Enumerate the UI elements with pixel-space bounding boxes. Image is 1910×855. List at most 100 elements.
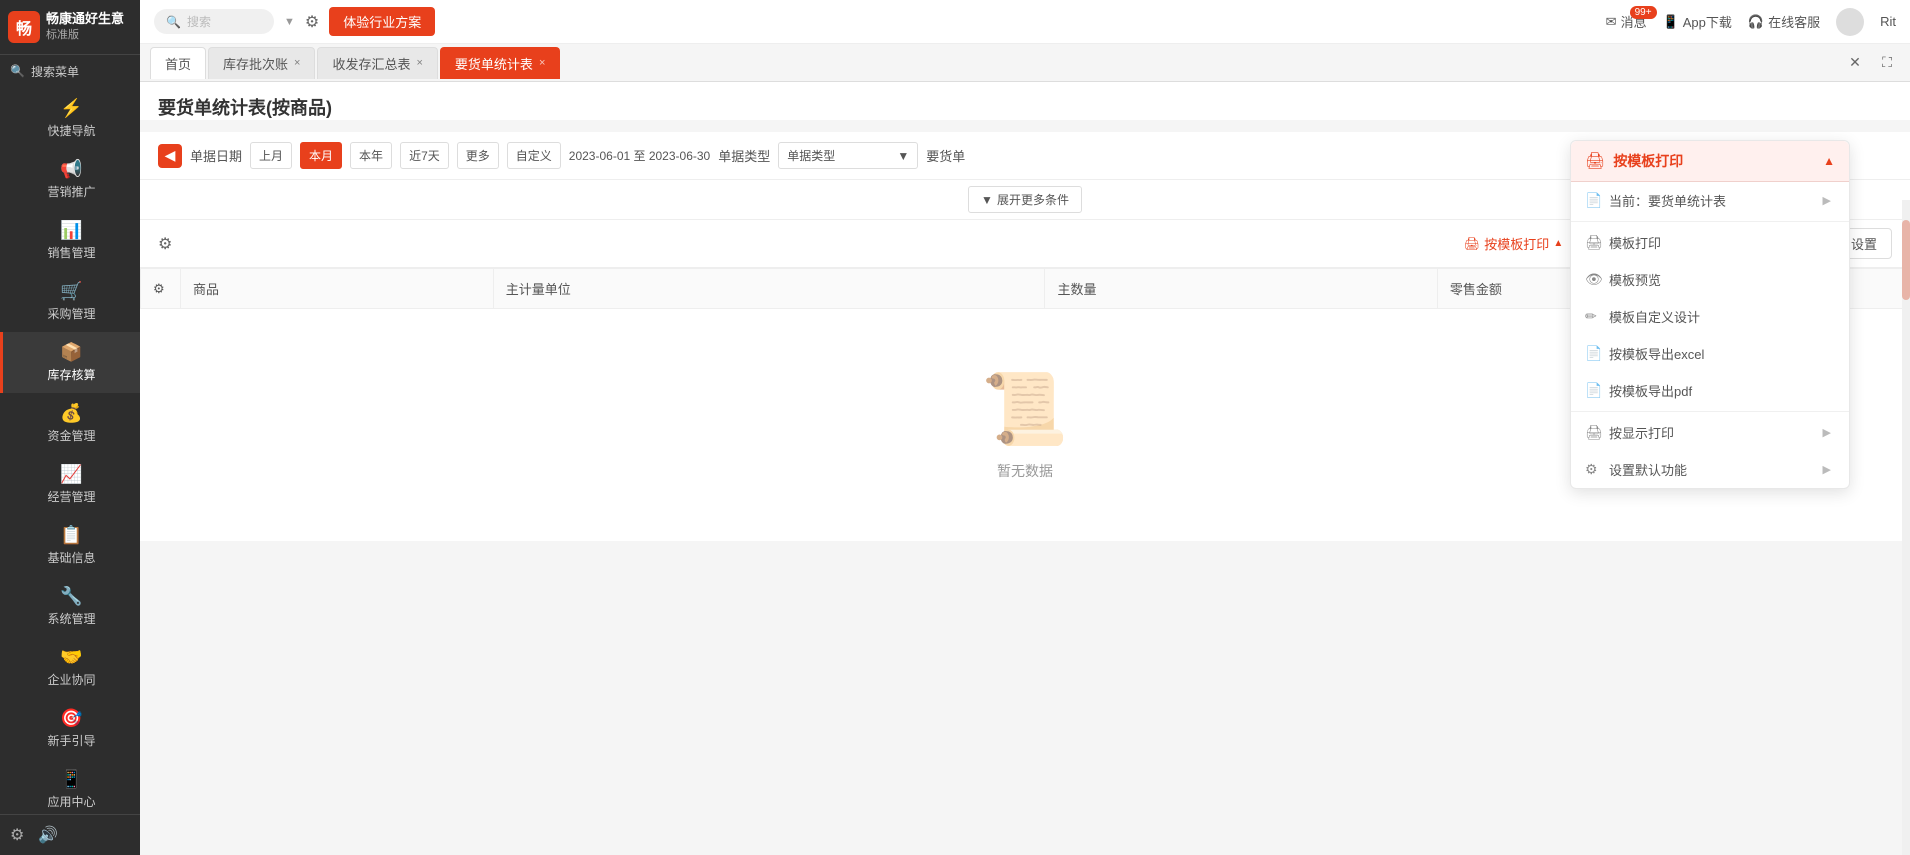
basic-label: 基础信息 [47,549,95,566]
tab-home[interactable]: 首页 [150,47,206,79]
sidebar-item-marketing[interactable]: 📢 营销推广 [0,149,140,210]
marketing-icon: 📢 [60,159,82,180]
quick-nav-label: 快捷导航 [47,122,95,139]
sidebar-item-quick-nav[interactable]: ⚡ 快捷导航 [0,88,140,149]
date-btn-more[interactable]: 更多 [457,142,499,169]
purchase-icon: 🛒 [60,281,82,302]
set-default-icon: ⚙ [1585,461,1598,478]
app-version: 标准版 [46,28,124,43]
tab-close-btn[interactable]: ✕ [1842,50,1868,76]
sidebar-item-finance[interactable]: 💰 资金管理 [0,393,140,454]
filter-toggle-button[interactable]: ◀ [158,144,182,168]
tab-receipt-summary-close[interactable]: × [416,57,422,69]
finance-label: 资金管理 [47,427,95,444]
apps-label: 应用中心 [47,793,95,810]
expand-more-button[interactable]: ▼ 展开更多条件 [968,186,1082,213]
search-menu[interactable]: 🔍 搜索菜单 [0,55,140,88]
app-download-btn[interactable]: 📱 App下载 [1663,12,1732,31]
app-download-icon: 📱 [1663,14,1679,30]
sound-bottom-icon[interactable]: 🔊 [38,825,58,845]
current-template-icon: 📄 [1585,192,1602,209]
tabs-bar: 首页 库存批次账 × 收发存汇总表 × 要货单统计表 × ✕ ⛶ [140,44,1910,82]
sidebar-item-inventory[interactable]: 📦 库存核算 [0,332,140,393]
sidebar-item-system[interactable]: 🔧 系统管理 [0,576,140,637]
sidebar-item-collab[interactable]: 🤝 企业协同 [0,637,140,698]
dropdown-display-print[interactable]: 🖨 按显示打印 ▶ [1571,414,1849,451]
col-product: 商品 [181,269,494,309]
sales-label: 销售管理 [47,244,95,261]
topbar-gear-icon[interactable]: ⚙ [305,12,319,32]
sidebar-item-basic[interactable]: 📋 基础信息 [0,515,140,576]
app-logo: 畅 畅康通好生意 标准版 [0,0,140,55]
dropdown-current-template[interactable]: 📄 当前：要货单统计表 ▶ [1571,182,1849,219]
dropdown-template-preview[interactable]: 👁 模板预览 [1571,261,1849,298]
page-header: 要货单统计表(按商品) [140,82,1910,120]
sidebar-item-guide[interactable]: 🎯 新手引导 [0,698,140,759]
collab-label: 企业协同 [47,671,95,688]
inventory-icon: 📦 [60,342,82,363]
dropdown-header-title: 按模板打印 [1613,151,1823,171]
dropdown-close-arrow[interactable]: ▲ [1823,154,1835,168]
main-area: 🔍 搜索 ▼ ⚙ 体验行业方案 ✉ 消息 99+ 📱 App下载 🎧 在线客服 … [140,0,1910,855]
col-quantity: 主数量 [1045,269,1437,309]
date-filter-label: 单据日期 [190,146,242,165]
marketing-label: 营销推广 [47,183,95,200]
order-type-value: 单据类型 [787,147,835,164]
trial-button[interactable]: 体验行业方案 [329,7,435,36]
sidebar: 畅 畅康通好生意 标准版 🔍 搜索菜单 ⚡ 快捷导航 📢 营销推广 📊 销售管理… [0,0,140,855]
tab-receipt-summary-label: 收发存汇总表 [332,54,410,73]
purchase-label: 采购管理 [47,305,95,322]
dropdown-set-default[interactable]: ⚙ 设置默认功能 ▶ [1571,451,1849,488]
operations-icon: 📈 [60,464,82,485]
order-type-select[interactable]: 单据类型 ▼ [778,142,918,169]
right-scrollbar[interactable] [1902,200,1910,855]
headset-icon: 🎧 [1748,14,1764,30]
messages-btn[interactable]: ✉ 消息 99+ [1606,12,1647,31]
topbar-dropdown-icon[interactable]: ▼ [284,16,295,28]
tab-expand-btn[interactable]: ⛶ [1874,50,1900,76]
date-btn-custom[interactable]: 自定义 [507,142,561,169]
settings-bottom-icon[interactable]: ⚙ [10,825,24,845]
tab-order-stats[interactable]: 要货单统计表 × [440,47,560,79]
dropdown-template-print[interactable]: 🖨 模板打印 [1571,224,1849,261]
col-settings[interactable]: ⚙ [141,269,181,309]
tab-order-stats-close[interactable]: × [539,57,545,69]
toolbar-gear-icon[interactable]: ⚙ [158,234,172,254]
print-button[interactable]: 🖨 按模板打印 ▲ [1456,230,1571,257]
print-label: 按模板打印 [1484,234,1549,253]
page-title: 要货单统计表(按商品) [158,94,1892,120]
logo-text: 畅康通好生意 标准版 [46,10,124,44]
dropdown-template-pdf[interactable]: 📄 按模板导出pdf [1571,372,1849,409]
guide-label: 新手引导 [47,732,95,749]
sidebar-nav: ⚡ 快捷导航 📢 营销推广 📊 销售管理 🛒 采购管理 📦 库存核算 💰 资金管… [0,88,140,814]
system-icon: 🔧 [60,586,82,607]
template-preview-label: 模板预览 [1609,270,1661,289]
tab-receipt-summary[interactable]: 收发存汇总表 × [317,47,437,79]
date-btn-this-year[interactable]: 本年 [350,142,392,169]
sidebar-item-sales[interactable]: 📊 销售管理 [0,210,140,271]
customer-service-btn[interactable]: 🎧 在线客服 [1748,12,1820,31]
template-print-label: 模板打印 [1609,233,1661,252]
operations-label: 经营管理 [47,488,95,505]
tab-inventory-batch[interactable]: 库存批次账 × [208,47,315,79]
expand-icon: ▼ [981,193,993,207]
template-print-icon: 🖨 [1585,234,1603,251]
inventory-label: 库存核算 [47,366,95,383]
dropdown-template-excel[interactable]: 📄 按模板导出excel [1571,335,1849,372]
date-btn-this-month[interactable]: 本月 [300,142,342,169]
topbar-search[interactable]: 🔍 搜索 [154,9,274,34]
sidebar-item-apps[interactable]: 📱 应用中心 [0,759,140,814]
tab-inventory-batch-close[interactable]: × [294,57,300,69]
user-avatar[interactable] [1836,8,1864,36]
date-btn-last-month[interactable]: 上月 [250,142,292,169]
template-excel-icon: 📄 [1585,345,1602,362]
sidebar-item-purchase[interactable]: 🛒 采购管理 [0,271,140,332]
date-btn-7days[interactable]: 近7天 [400,142,449,169]
app-download-label: App下载 [1683,12,1732,31]
topbar-right: ✉ 消息 99+ 📱 App下载 🎧 在线客服 Rit [1606,8,1896,36]
sidebar-item-operations[interactable]: 📈 经营管理 [0,454,140,515]
search-menu-label: 搜索菜单 [31,63,79,80]
username-label: Rit [1880,14,1896,29]
display-print-arrow: ▶ [1823,426,1831,439]
dropdown-template-custom[interactable]: ✏ 模板自定义设计 [1571,298,1849,335]
